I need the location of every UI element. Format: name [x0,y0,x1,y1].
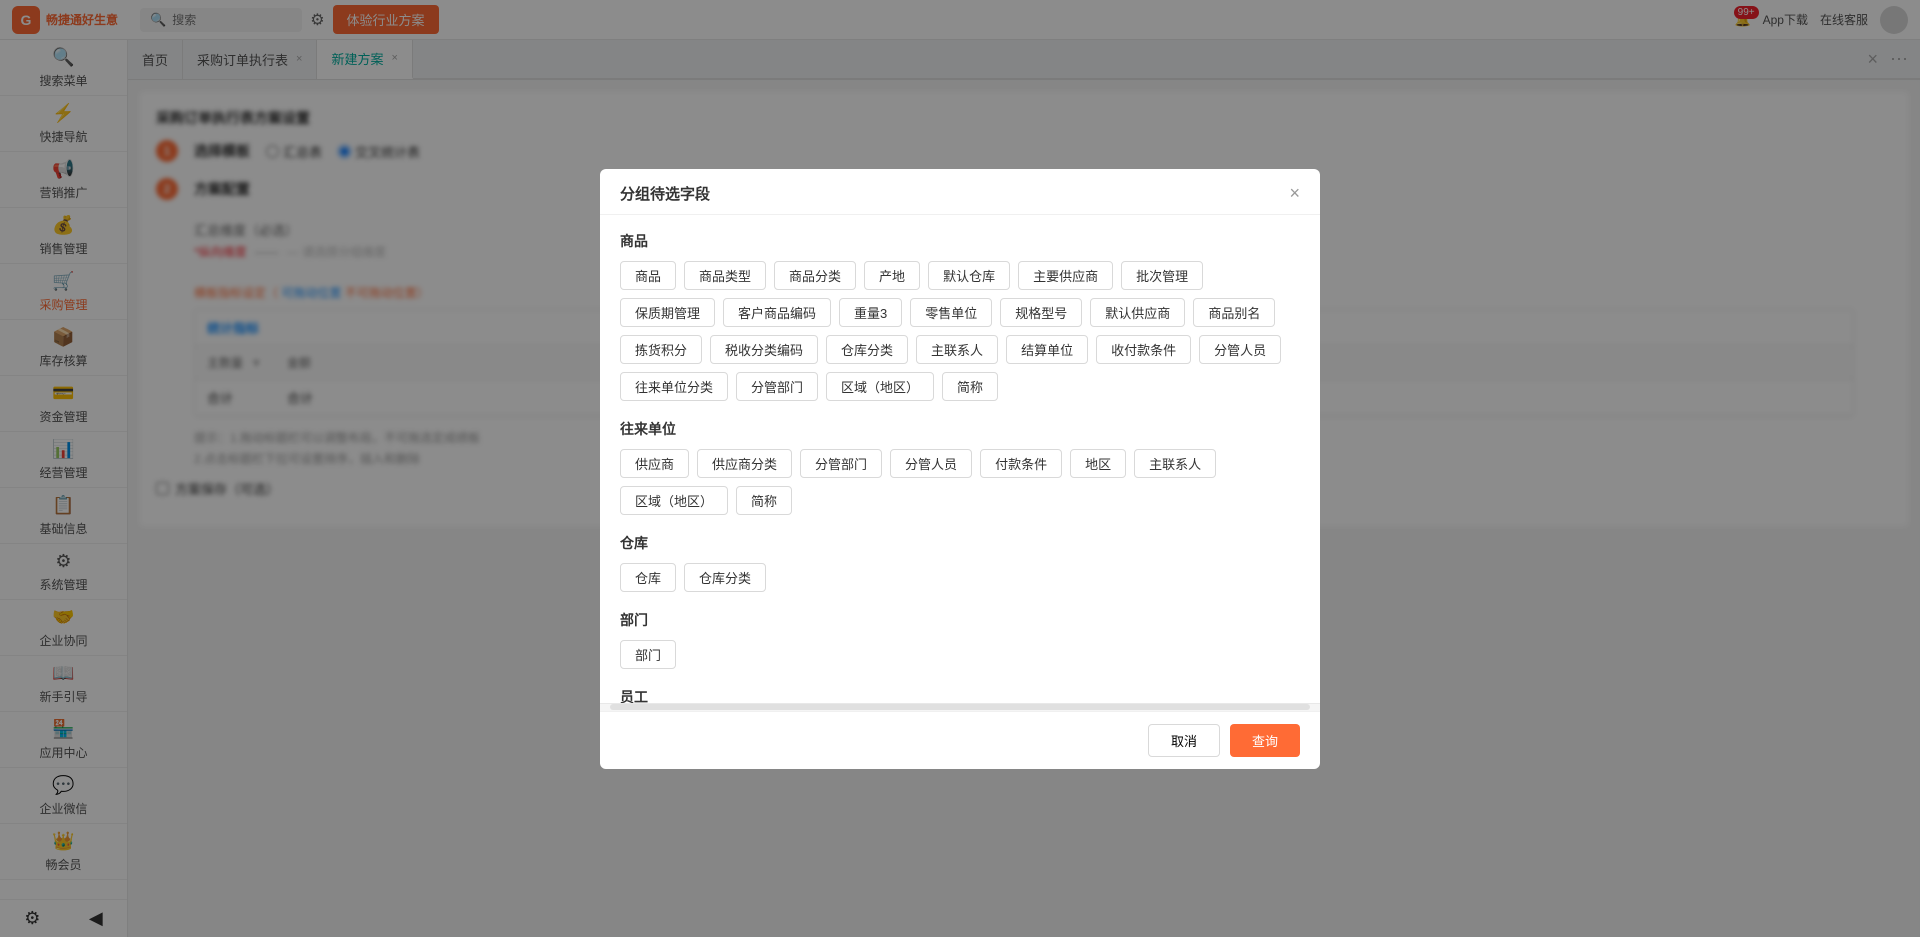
field-tag-product-21[interactable]: 往来单位分类 [620,372,728,401]
field-tag-partner-8[interactable]: 简称 [736,486,792,515]
field-tag-product-1[interactable]: 商品类型 [684,261,766,290]
field-group-partner: 往来单位 供应商 供应商分类 分管部门 分管人员 付款条件 地区 主联系人 区域… [620,419,1300,515]
field-tag-product-24[interactable]: 简称 [942,372,998,401]
field-tag-product-5[interactable]: 主要供应商 [1018,261,1113,290]
field-tag-product-9[interactable]: 重量3 [839,298,902,327]
field-tag-product-19[interactable]: 收付款条件 [1096,335,1191,364]
field-group-product: 商品 商品 商品类型 商品分类 产地 默认仓库 主要供应商 批次管理 保质期管理… [620,231,1300,401]
field-tag-partner-3[interactable]: 分管人员 [890,449,972,478]
field-tags-department: 部门 [620,640,1300,669]
modal-close-button[interactable]: × [1289,183,1300,204]
field-tag-product-3[interactable]: 产地 [864,261,920,290]
modal-footer: 取消 查询 [600,711,1320,769]
field-tags-product: 商品 商品类型 商品分类 产地 默认仓库 主要供应商 批次管理 保质期管理 客户… [620,261,1300,401]
field-tag-product-4[interactable]: 默认仓库 [928,261,1010,290]
field-tags-warehouse: 仓库 仓库分类 [620,563,1300,592]
field-tag-product-13[interactable]: 商品别名 [1193,298,1275,327]
field-tags-partner: 供应商 供应商分类 分管部门 分管人员 付款条件 地区 主联系人 区域（地区） … [620,449,1300,515]
modal-body[interactable]: 商品 商品 商品类型 商品分类 产地 默认仓库 主要供应商 批次管理 保质期管理… [600,215,1320,704]
field-tag-product-6[interactable]: 批次管理 [1121,261,1203,290]
field-tag-partner-4[interactable]: 付款条件 [980,449,1062,478]
modal-title: 分组待选字段 [620,183,710,204]
field-tag-partner-1[interactable]: 供应商分类 [697,449,792,478]
field-group-staff: 员工 业务员 [620,687,1300,704]
field-group-department: 部门 部门 [620,610,1300,669]
field-group-product-title: 商品 [620,231,1300,251]
field-group-warehouse-title: 仓库 [620,533,1300,553]
field-tag-partner-5[interactable]: 地区 [1070,449,1126,478]
confirm-button[interactable]: 查询 [1230,724,1300,757]
field-tag-product-18[interactable]: 结算单位 [1006,335,1088,364]
field-tag-warehouse-0[interactable]: 仓库 [620,563,676,592]
field-tag-warehouse-1[interactable]: 仓库分类 [684,563,766,592]
field-group-staff-title: 员工 [620,687,1300,704]
field-tag-product-17[interactable]: 主联系人 [916,335,998,364]
field-tag-product-14[interactable]: 拣货积分 [620,335,702,364]
field-group-warehouse: 仓库 仓库 仓库分类 [620,533,1300,592]
field-tag-partner-6[interactable]: 主联系人 [1134,449,1216,478]
field-tag-product-10[interactable]: 零售单位 [910,298,992,327]
field-tag-product-20[interactable]: 分管人员 [1199,335,1281,364]
field-tag-product-12[interactable]: 默认供应商 [1090,298,1185,327]
field-tag-product-15[interactable]: 税收分类编码 [710,335,818,364]
field-tag-product-0[interactable]: 商品 [620,261,676,290]
field-group-department-title: 部门 [620,610,1300,630]
field-tag-partner-2[interactable]: 分管部门 [800,449,882,478]
field-tag-partner-7[interactable]: 区域（地区） [620,486,728,515]
modal-header: 分组待选字段 × [600,169,1320,215]
field-tag-product-7[interactable]: 保质期管理 [620,298,715,327]
field-tag-product-2[interactable]: 商品分类 [774,261,856,290]
field-tag-department-0[interactable]: 部门 [620,640,676,669]
field-tag-product-8[interactable]: 客户商品编码 [723,298,831,327]
modal-hscroll-track[interactable] [610,704,1310,710]
modal-overlay: 分组待选字段 × 商品 商品 商品类型 商品分类 产地 默认仓库 主要供应商 批… [0,0,1920,937]
field-tag-product-23[interactable]: 区域（地区） [826,372,934,401]
field-group-partner-title: 往来单位 [620,419,1300,439]
modal-hscroll [600,703,1320,710]
field-tag-product-11[interactable]: 规格型号 [1000,298,1082,327]
cancel-button[interactable]: 取消 [1148,724,1220,757]
field-tag-product-16[interactable]: 仓库分类 [826,335,908,364]
modal-dialog: 分组待选字段 × 商品 商品 商品类型 商品分类 产地 默认仓库 主要供应商 批… [600,169,1320,769]
field-tag-partner-0[interactable]: 供应商 [620,449,689,478]
field-tag-product-22[interactable]: 分管部门 [736,372,818,401]
